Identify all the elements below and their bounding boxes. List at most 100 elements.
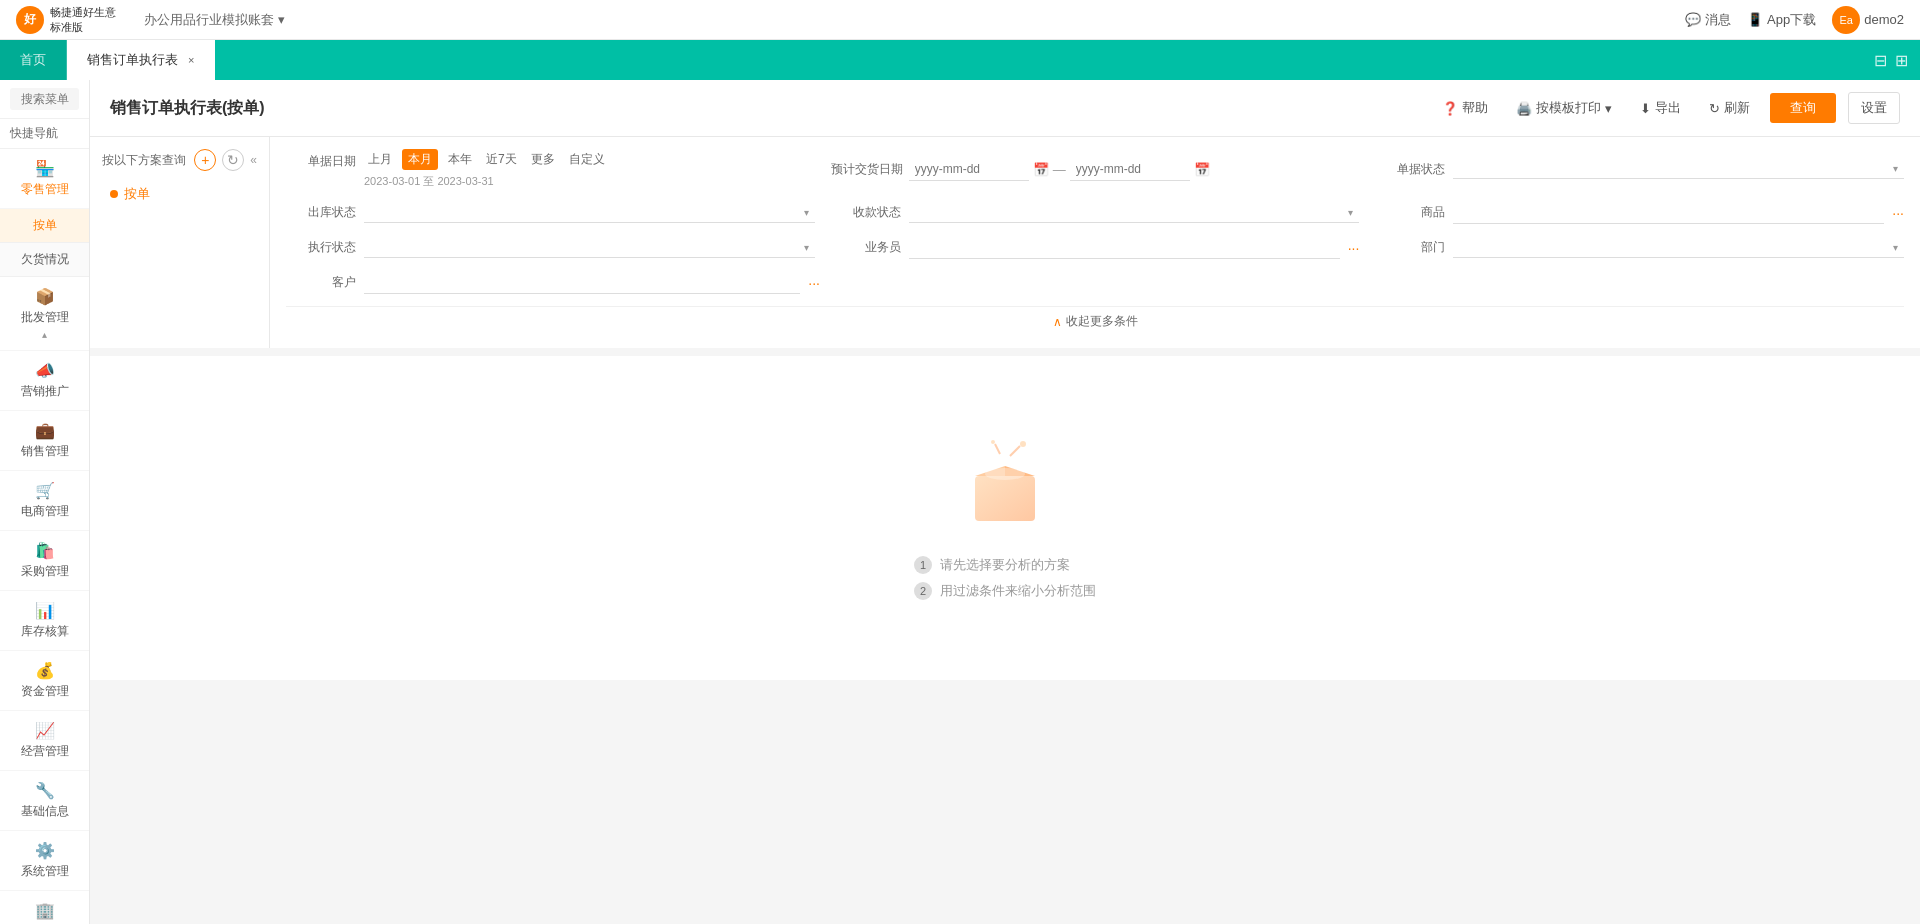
date-tab-this-month[interactable]: 本月	[402, 149, 438, 170]
sidebar-sub-item-order[interactable]: 按单	[0, 209, 89, 243]
basic-icon: 🔧	[35, 781, 55, 800]
filter-row-4: 客户 ···	[286, 271, 1904, 294]
print-icon: 🖨️	[1516, 101, 1532, 116]
export-button[interactable]: ⬇ 导出	[1632, 95, 1689, 121]
date-tab-more[interactable]: 更多	[527, 149, 559, 170]
sidebar: 快捷导航 🏪 零售管理 按单 欠货情况 📦 批发管理 ▴ 📣 营销推广 💼 销售…	[0, 80, 90, 924]
tab-bar: 首页 销售订单执行表 × ⊟ ⊞	[0, 40, 1920, 80]
filter-delivery-status: 出库状态 ▾	[286, 203, 815, 223]
salesman-label: 业务员	[831, 239, 901, 256]
goods-more-icon[interactable]: ···	[1892, 205, 1904, 221]
sidebar-item-operations[interactable]: 📈 经营管理	[0, 711, 89, 771]
query-button[interactable]: 查询	[1770, 93, 1836, 123]
filter-customer: 客户 ···	[286, 271, 820, 294]
sidebar-item-finance[interactable]: 💰 资金管理	[0, 651, 89, 711]
app-download-button[interactable]: 📱 App下载	[1747, 11, 1816, 29]
date-tab-last-month[interactable]: 上月	[364, 149, 396, 170]
date-tab-custom[interactable]: 自定义	[565, 149, 609, 170]
message-button[interactable]: 💬 消息	[1685, 11, 1731, 29]
empty-step-2: 2 用过滤条件来缩小分析范围	[914, 582, 1096, 600]
customer-more-icon[interactable]: ···	[808, 275, 820, 291]
svg-point-7	[991, 440, 995, 444]
tab-close-icon[interactable]: ×	[188, 54, 194, 66]
print-button[interactable]: 🖨️ 按模板打印 ▾	[1508, 95, 1620, 121]
sidebar-item-enterprise[interactable]: 🏢 企业协同	[0, 891, 89, 924]
refresh-scheme-button[interactable]: ↻	[222, 149, 244, 171]
filter-department: 部门 ▾	[1375, 238, 1904, 258]
customer-label: 客户	[286, 274, 356, 291]
filter-salesman: 业务员 ···	[831, 236, 1360, 259]
tab-sales-order[interactable]: 销售订单执行表 ×	[67, 40, 215, 80]
predicted-delivery-end[interactable]	[1070, 158, 1190, 181]
retail-icon: 🏪	[35, 159, 55, 178]
sidebar-item-inventory[interactable]: 📊 库存核算	[0, 591, 89, 651]
date-tab-7days[interactable]: 近7天	[482, 149, 521, 170]
exec-status-select[interactable]: ▾	[364, 238, 815, 258]
tab-home[interactable]: 首页	[0, 40, 67, 80]
svg-line-5	[995, 444, 1000, 454]
search-input[interactable]	[10, 88, 79, 110]
header-right: 💬 消息 📱 App下载 Ea demo2	[1685, 6, 1904, 34]
sidebar-item-basic[interactable]: 🔧 基础信息	[0, 771, 89, 831]
svg-rect-0	[975, 476, 1035, 521]
sidebar-item-ecommerce[interactable]: 🛒 电商管理	[0, 471, 89, 531]
scheme-item-by-order[interactable]: 按单	[102, 179, 257, 209]
filter-doc-status: 单据状态 ▾	[1375, 159, 1904, 179]
filter-payment-status: 收款状态 ▾	[831, 203, 1360, 223]
avatar: Ea	[1832, 6, 1860, 34]
filter-row-2: 出库状态 ▾ 收款状态 ▾ 商品	[286, 201, 1904, 224]
print-chevron-icon: ▾	[1605, 101, 1612, 116]
predicted-delivery-start[interactable]	[909, 158, 1029, 181]
calendar-icon-2[interactable]: 📅	[1194, 162, 1210, 177]
department-select[interactable]: ▾	[1453, 238, 1904, 258]
svg-point-3	[985, 468, 1025, 480]
payment-status-select[interactable]: ▾	[909, 203, 1360, 223]
payment-status-arrow-icon: ▾	[1348, 207, 1353, 218]
logo-area: 好 畅捷通好生意 标准版	[16, 5, 116, 34]
user-menu[interactable]: Ea demo2	[1832, 6, 1904, 34]
minimize-icon[interactable]: ⊟	[1874, 51, 1887, 70]
sidebar-item-sales[interactable]: 💼 销售管理	[0, 411, 89, 471]
refresh-button[interactable]: ↻ 刷新	[1701, 95, 1758, 121]
help-button[interactable]: ❓ 帮助	[1434, 95, 1496, 121]
salesman-more-icon[interactable]: ···	[1348, 240, 1360, 256]
refresh-icon: ↻	[1709, 101, 1720, 116]
scheme-title: 按以下方案查询 + ↻ «	[102, 149, 257, 171]
sidebar-item-quick-nav[interactable]: 快捷导航	[0, 119, 89, 149]
goods-input[interactable]	[1453, 201, 1884, 224]
expand-icon[interactable]: ⊞	[1895, 51, 1908, 70]
date-tab-this-year[interactable]: 本年	[444, 149, 476, 170]
department-label: 部门	[1375, 239, 1445, 256]
content-section: 1 请先选择要分析的方案 2 用过滤条件来缩小分析范围	[90, 356, 1920, 680]
collapse-filter-button[interactable]: ∧ 收起更多条件	[286, 306, 1904, 336]
sidebar-sub-retail: 按单 欠货情况	[0, 209, 89, 277]
svg-point-6	[1020, 441, 1026, 447]
add-scheme-button[interactable]: +	[194, 149, 216, 171]
payment-status-label: 收款状态	[831, 204, 901, 221]
salesman-input[interactable]	[909, 236, 1340, 259]
exec-status-label: 执行状态	[286, 239, 356, 256]
filter-exec-status: 执行状态 ▾	[286, 238, 815, 258]
sidebar-sub-item-arrears[interactable]: 欠货情况	[0, 243, 89, 277]
collapse-scheme-icon[interactable]: «	[250, 153, 257, 167]
inventory-icon: 📊	[35, 601, 55, 620]
calendar-icon-1[interactable]: 📅	[1033, 162, 1049, 177]
goods-label: 商品	[1375, 204, 1445, 221]
customer-input[interactable]	[364, 271, 800, 294]
company-selector[interactable]: 办公用品行业模拟账套 ▾	[144, 11, 285, 29]
scheme-active-dot	[110, 190, 118, 198]
filter-goods: 商品 ···	[1375, 201, 1904, 224]
sidebar-item-marketing[interactable]: 📣 营销推广	[0, 351, 89, 411]
doc-status-select[interactable]: ▾	[1453, 159, 1904, 179]
sidebar-search-area	[0, 80, 89, 119]
chevron-up-icon: ▴	[42, 329, 47, 340]
sidebar-item-retail[interactable]: 🏪 零售管理	[0, 149, 89, 209]
sidebar-item-wholesale[interactable]: 📦 批发管理 ▴	[0, 277, 89, 351]
filter-row-3: 执行状态 ▾ 业务员 ··· 部门	[286, 236, 1904, 259]
sidebar-item-purchase[interactable]: 🛍️ 采购管理	[0, 531, 89, 591]
message-icon: 💬	[1685, 12, 1701, 27]
delivery-status-select[interactable]: ▾	[364, 203, 815, 223]
doc-status-label: 单据状态	[1375, 161, 1445, 178]
settings-button[interactable]: 设置	[1848, 92, 1900, 124]
sidebar-item-system[interactable]: ⚙️ 系统管理	[0, 831, 89, 891]
